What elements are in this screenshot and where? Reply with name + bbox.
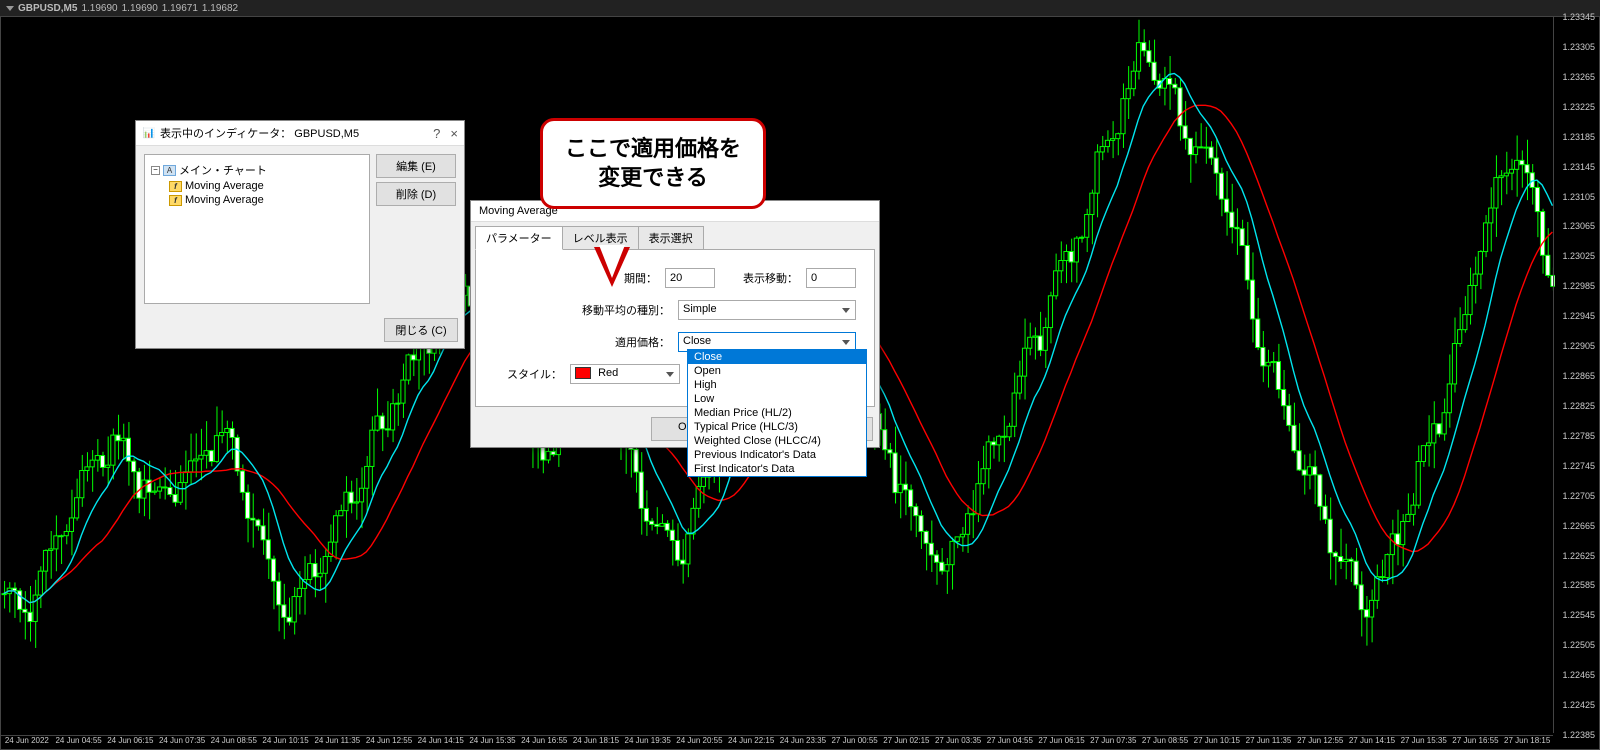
option-open[interactable]: Open [688,364,866,378]
indicators-dialog[interactable]: 📊 表示中のインディケータ： GBPUSD,M5 ? × − A メイン・チャー… [135,120,465,349]
indicator-icon: f [169,181,182,192]
period-input[interactable] [665,268,715,288]
price-axis: 1.233451.233051.232651.232251.231851.231… [1553,17,1599,733]
chart-icon: A [163,165,176,176]
tab-display[interactable]: 表示選択 [638,226,704,250]
ohlc-c: 1.19682 [202,3,238,14]
tree-root[interactable]: − A メイン・チャート [151,161,363,179]
edit-button[interactable]: 編集 (E) [376,154,456,178]
apply-price-label: 適用価格： [550,334,670,350]
option-prev-ind[interactable]: Previous Indicator's Data [688,448,866,462]
color-swatch [575,367,591,379]
chart-title-bar: GBPUSD,M5 1.19690 1.19690 1.19671 1.1968… [0,0,1600,16]
option-close[interactable]: Close [688,350,866,364]
apply-price-dropdown[interactable]: Close Open High Low Median Price (HL/2) … [687,349,867,477]
style-label: スタイル： [494,366,562,382]
chart-symbol: GBPUSD,M5 [18,3,77,14]
callout-line2: 変更できる [565,164,741,193]
option-low[interactable]: Low [688,392,866,406]
tree-item-ma1[interactable]: f Moving Average [169,179,363,193]
style-color-select[interactable]: Red [570,364,680,384]
indicators-dialog-title: 表示中のインディケータ： GBPUSD,M5 [160,125,359,141]
option-weighted[interactable]: Weighted Close (HLCC/4) [688,434,866,448]
app-icon: 📊 [142,126,156,140]
option-first-ind[interactable]: First Indicator's Data [688,462,866,476]
close-button[interactable]: 閉じる (C) [384,318,458,342]
delete-button[interactable]: 削除 (D) [376,182,456,206]
annotation-callout: ここで適用価格を 変更できる [540,118,766,209]
ohlc-l: 1.19671 [162,3,198,14]
ohlc-h: 1.19690 [122,3,158,14]
tab-parameters[interactable]: パラメーター [475,226,563,250]
method-label: 移動平均の種別： [550,302,670,318]
ohlc-o: 1.19690 [81,3,117,14]
tree-item-label: Moving Average [185,194,264,206]
dropdown-icon [6,6,14,11]
method-select[interactable]: Simple [678,300,856,320]
help-icon[interactable]: ? [433,126,440,141]
time-axis: 24 Jun 202224 Jun 04:5524 Jun 06:1524 Ju… [1,735,1553,749]
indicators-dialog-titlebar[interactable]: 📊 表示中のインディケータ： GBPUSD,M5 ? × [136,121,464,146]
callout-line1: ここで適用価格を [565,135,741,164]
close-icon[interactable]: × [450,126,458,141]
tree-item-label: Moving Average [185,180,264,192]
option-high[interactable]: High [688,378,866,392]
collapse-icon[interactable]: − [151,166,160,175]
option-median[interactable]: Median Price (HL/2) [688,406,866,420]
shift-label: 表示移動： [743,270,798,286]
indicator-tree[interactable]: − A メイン・チャート f Moving Average f Moving A… [144,154,370,304]
tree-root-label: メイン・チャート [179,162,267,178]
option-typical[interactable]: Typical Price (HLC/3) [688,420,866,434]
shift-input[interactable] [806,268,856,288]
dialog-tabs: パラメーター レベル表示 表示選択 [471,222,879,250]
tree-item-ma2[interactable]: f Moving Average [169,193,363,207]
indicator-icon: f [169,195,182,206]
